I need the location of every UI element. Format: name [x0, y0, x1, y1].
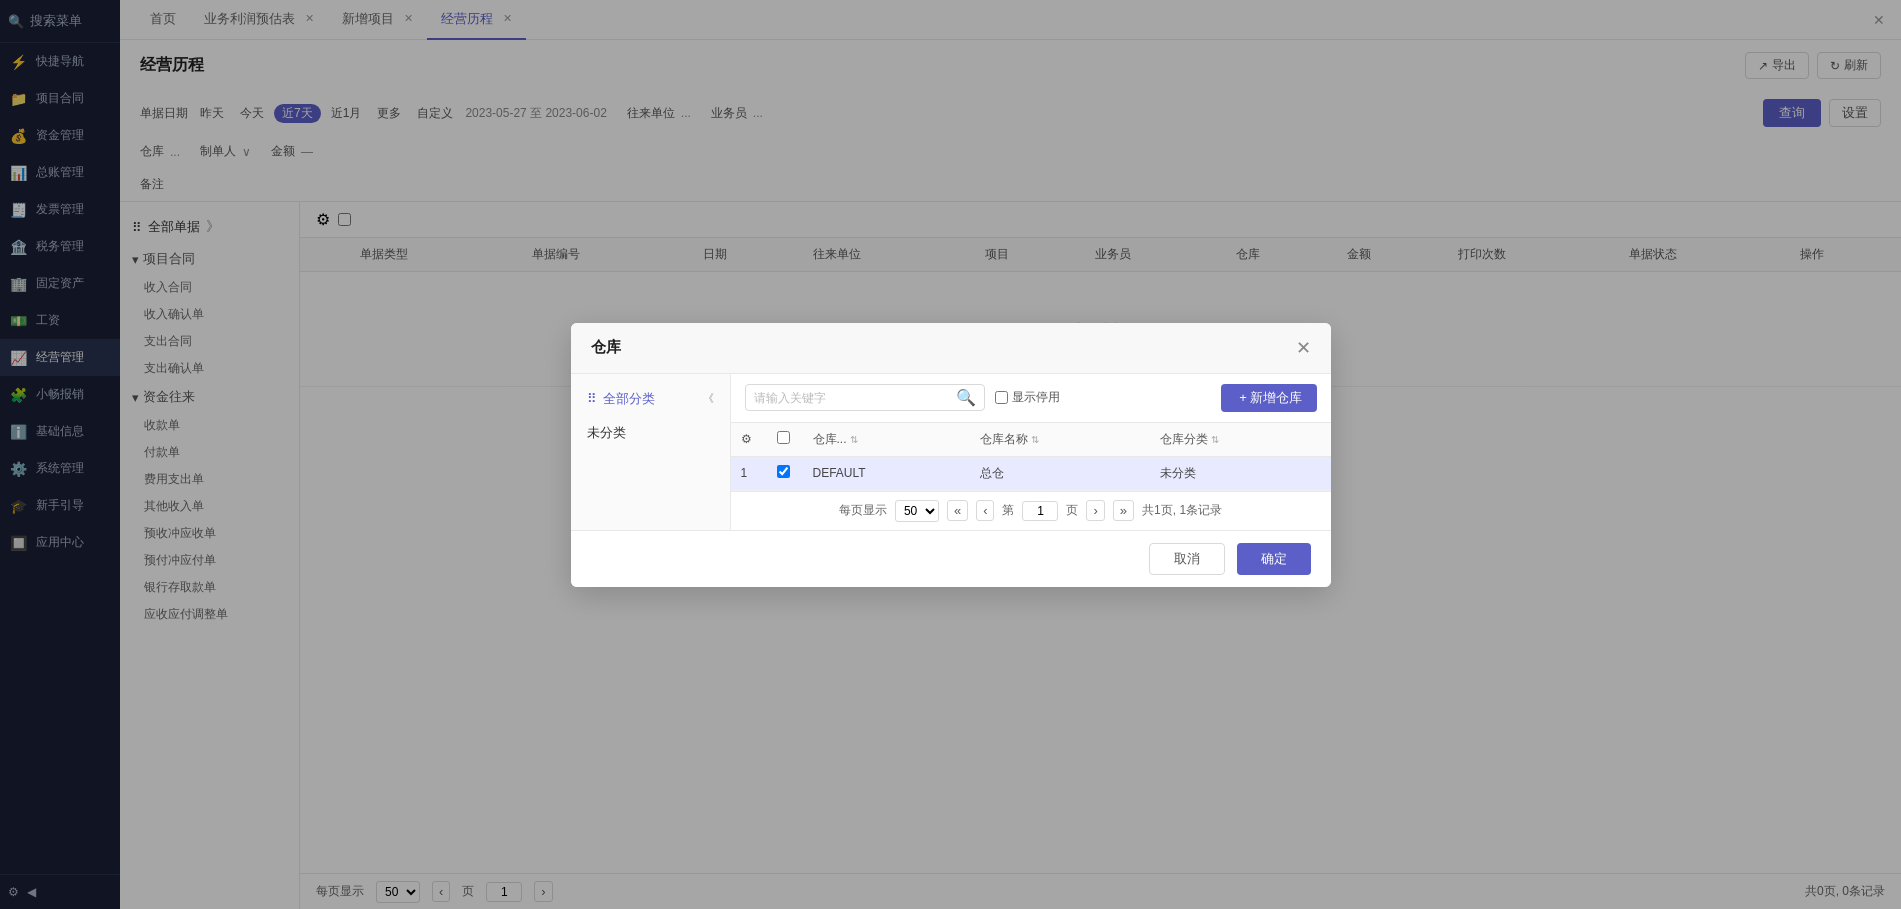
modal-cat-all[interactable]: ⠿ 全部分类 《 [571, 382, 730, 416]
add-warehouse-button[interactable]: + 新增仓库 [1221, 384, 1316, 412]
modal-confirm-button[interactable]: 确定 [1237, 543, 1311, 575]
row-category: 未分类 [1150, 456, 1330, 490]
modal-select-all[interactable] [777, 431, 790, 444]
modal-col-name: 仓库名称 ⇅ [970, 423, 1150, 457]
modal-body: ⠿ 全部分类 《 未分类 🔍 显示停用 [571, 374, 1331, 530]
warehouse-table-row[interactable]: 1 DEFAULT 总仓 未分类 [731, 456, 1331, 490]
modal-cat-all-label: 全部分类 [603, 390, 655, 408]
row-checkbox[interactable] [777, 465, 790, 478]
modal-cat-unclassified-label: 未分类 [587, 424, 626, 442]
modal-close-button[interactable]: ✕ [1296, 337, 1311, 359]
row-name: 总仓 [970, 456, 1150, 490]
sort-icon-category: ⇅ [1211, 434, 1219, 445]
modal-search-box: 🔍 [745, 384, 985, 411]
modal-col-code: 仓库... ⇅ [803, 423, 970, 457]
modal-col-check [767, 423, 803, 457]
modal-col-gear: ⚙ [731, 423, 767, 457]
modal-cancel-button[interactable]: 取消 [1149, 543, 1225, 575]
sort-icon-code: ⇅ [850, 434, 858, 445]
modal-search-input[interactable] [754, 391, 950, 405]
modal-prev-page-btn[interactable]: ‹ [976, 500, 994, 521]
row-code: DEFAULT [803, 456, 970, 490]
sort-icon-name: ⇅ [1031, 434, 1039, 445]
gear-icon-col[interactable]: ⚙ [741, 432, 752, 446]
modal-page-unit: 页 [1066, 502, 1078, 519]
row-num: 1 [731, 456, 767, 490]
modal-per-page-select[interactable]: 50 [895, 500, 939, 522]
modal-collapse-icon[interactable]: 《 [703, 391, 714, 406]
modal-header: 仓库 ✕ [571, 323, 1331, 374]
modal-pagination: 每页显示 50 « ‹ 第 页 › » 共1页, 1条记录 [731, 491, 1331, 530]
show-disabled-text: 显示停用 [1012, 389, 1060, 406]
modal-title: 仓库 [591, 338, 621, 357]
add-warehouse-label: + 新增仓库 [1239, 389, 1302, 407]
modal-first-page-btn[interactable]: « [947, 500, 968, 521]
modal-next-page-btn[interactable]: › [1086, 500, 1104, 521]
modal-toolbar: 🔍 显示停用 + 新增仓库 [731, 374, 1331, 423]
modal-search-icon[interactable]: 🔍 [956, 388, 976, 407]
modal-total-label: 共1页, 1条记录 [1142, 502, 1222, 519]
modal-actions: 取消 确定 [571, 530, 1331, 587]
show-disabled-checkbox[interactable] [995, 391, 1008, 404]
modal-page-label: 第 [1002, 502, 1014, 519]
modal-col-category: 仓库分类 ⇅ [1150, 423, 1330, 457]
modal-per-page-label: 每页显示 [839, 502, 887, 519]
modal-page-input[interactable] [1022, 501, 1058, 521]
modal-cat-unclassified[interactable]: 未分类 [571, 416, 730, 450]
modal-category-panel: ⠿ 全部分类 《 未分类 [571, 374, 731, 530]
modal-warehouse-table: ⚙ 仓库... ⇅ [731, 423, 1331, 491]
modal-table-wrap: ⚙ 仓库... ⇅ [731, 423, 1331, 491]
grid-icon-modal: ⠿ [587, 391, 597, 406]
modal-last-page-btn[interactable]: » [1113, 500, 1134, 521]
warehouse-modal: 仓库 ✕ ⠿ 全部分类 《 未分类 🔍 [571, 323, 1331, 587]
modal-content: 🔍 显示停用 + 新增仓库 [731, 374, 1331, 530]
show-disabled-label[interactable]: 显示停用 [995, 389, 1060, 406]
row-check[interactable] [767, 456, 803, 490]
modal-overlay: 仓库 ✕ ⠿ 全部分类 《 未分类 🔍 [0, 0, 1901, 909]
